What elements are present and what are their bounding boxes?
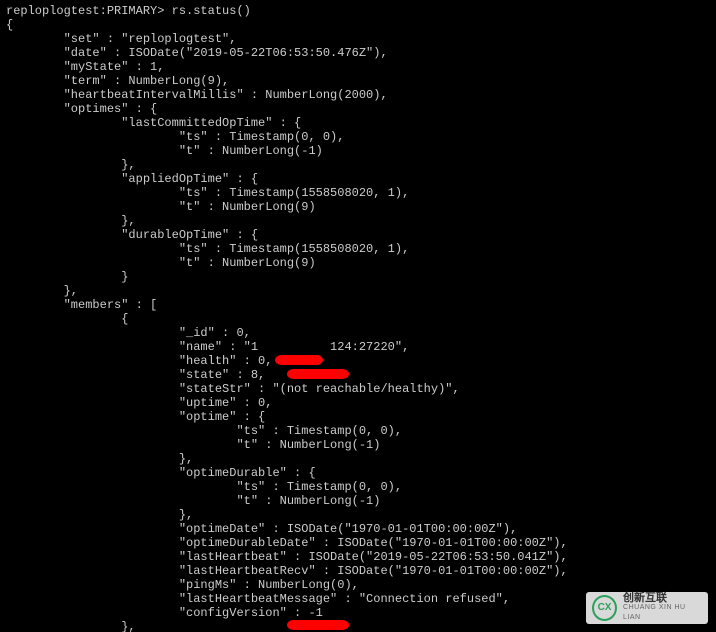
redaction-bar: [287, 369, 349, 379]
watermark-sub: CHUANG XIN HU LIAN: [623, 603, 702, 623]
redaction-bar: [287, 620, 349, 630]
terminal-output: reploplogtest:PRIMARY> rs.status() { "se…: [0, 0, 716, 632]
watermark-badge: CX 创新互联 CHUANG XIN HU LIAN: [586, 592, 708, 624]
watermark-brand: 创新互联: [623, 593, 702, 603]
watermark-logo-icon: CX: [592, 595, 617, 621]
redaction-bar: [275, 355, 323, 365]
